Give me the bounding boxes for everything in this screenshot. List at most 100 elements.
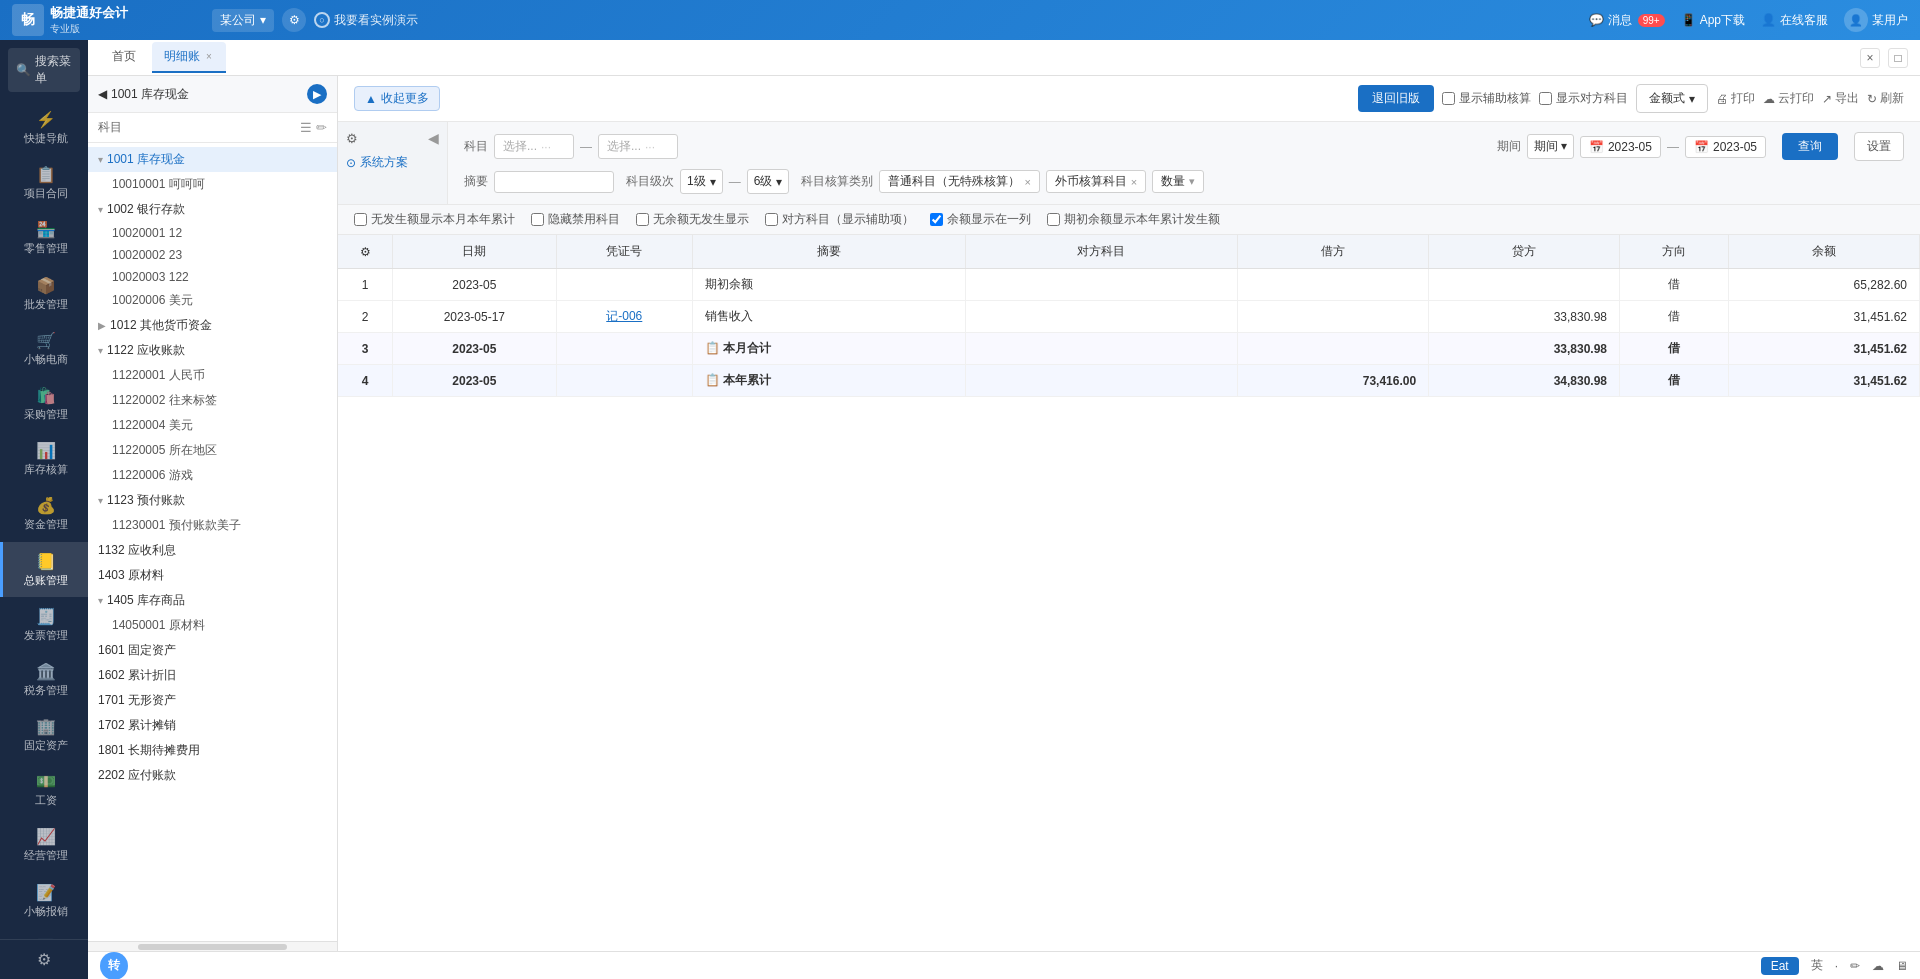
tag-2[interactable]: 外币核算科目 × bbox=[1046, 170, 1146, 193]
panel-collapse-btn[interactable]: ◀ bbox=[428, 130, 439, 146]
no-balance-input[interactable] bbox=[636, 213, 649, 226]
online-service-button[interactable]: 👤 在线客服 bbox=[1761, 12, 1828, 29]
sidebar-item-ledger[interactable]: 📒 总账管理 bbox=[0, 542, 88, 597]
tree-item-1122[interactable]: ▾ 1122 应收账款 bbox=[88, 338, 337, 363]
table-settings-icon[interactable]: ⚙ bbox=[360, 245, 371, 259]
opening-balance-input[interactable] bbox=[1047, 213, 1060, 226]
tree-item-1701[interactable]: 1701 无形资产 bbox=[88, 688, 337, 713]
icon-item-1[interactable]: ✏ bbox=[1850, 959, 1860, 973]
settings-icon[interactable]: ⚙ bbox=[282, 8, 306, 32]
tag-3[interactable]: 数量 ▾ bbox=[1152, 170, 1204, 193]
tree-item-14050001[interactable]: 14050001 原材料 bbox=[88, 613, 337, 638]
tree-item-10020002[interactable]: 10020002 23 bbox=[88, 244, 337, 266]
return-old-btn[interactable]: 退回旧版 bbox=[1358, 85, 1434, 112]
icon-item-2[interactable]: ☁ bbox=[1872, 959, 1884, 973]
list-icon[interactable]: ☰ bbox=[300, 120, 312, 135]
tree-item-1002[interactable]: ▾ 1002 银行存款 bbox=[88, 197, 337, 222]
sidebar-item-capital[interactable]: 💰 资金管理 bbox=[0, 486, 88, 541]
show-aux-input[interactable] bbox=[1442, 92, 1455, 105]
tab-home[interactable]: 首页 bbox=[100, 42, 148, 73]
tree-item-10020003[interactable]: 10020003 122 bbox=[88, 266, 337, 288]
tree-item-1602[interactable]: 1602 累计折旧 bbox=[88, 663, 337, 688]
show-aux-checkbox[interactable]: 显示辅助核算 bbox=[1442, 90, 1531, 107]
user-area[interactable]: 👤 某用户 bbox=[1844, 8, 1908, 32]
summary-input[interactable] bbox=[494, 171, 614, 193]
company-selector[interactable]: 某公司 ▾ bbox=[212, 9, 274, 32]
tree-item-1801[interactable]: 1801 长期待摊费用 bbox=[88, 738, 337, 763]
tab-detail[interactable]: 明细账 × bbox=[152, 42, 226, 73]
account-nav-arrow[interactable]: ▶ bbox=[307, 84, 327, 104]
opposite-checkbox[interactable]: 对方科目（显示辅助项） bbox=[765, 211, 914, 228]
message-button[interactable]: 💬 消息 99+ bbox=[1589, 12, 1665, 29]
window-maximize-button[interactable]: □ bbox=[1888, 48, 1908, 68]
tag-1[interactable]: 普通科目（无特殊核算） × bbox=[879, 170, 1039, 193]
hide-disabled-checkbox[interactable]: 隐藏禁用科目 bbox=[531, 211, 620, 228]
tag-close-2[interactable]: × bbox=[1131, 176, 1137, 188]
sidebar-item-invoice[interactable]: 🧾 发票管理 bbox=[0, 597, 88, 652]
balance-col-input[interactable] bbox=[930, 213, 943, 226]
tree-item-11220004[interactable]: 11220004 美元 bbox=[88, 413, 337, 438]
sidebar-item-basic[interactable]: ℹ️ 基础信息 bbox=[0, 928, 88, 939]
sidebar-item-ecommerce[interactable]: 🛒 小畅电商 bbox=[0, 321, 88, 376]
demo-link[interactable]: ○ 我要看实例演示 bbox=[314, 12, 418, 29]
show-opp-checkbox[interactable]: 显示对方科目 bbox=[1539, 90, 1628, 107]
show-opp-input[interactable] bbox=[1539, 92, 1552, 105]
tree-item-10020006[interactable]: 10020006 美元 bbox=[88, 288, 337, 313]
sidebar-item-tax[interactable]: 🏛️ 税务管理 bbox=[0, 652, 88, 707]
tree-item-1123[interactable]: ▾ 1123 预付账款 bbox=[88, 488, 337, 513]
sidebar-item-wholesale[interactable]: 📦 批发管理 bbox=[0, 266, 88, 321]
subject-input-to[interactable]: 选择... ··· bbox=[598, 134, 678, 159]
no-balance-checkbox[interactable]: 无余额无发生显示 bbox=[636, 211, 749, 228]
opposite-input[interactable] bbox=[765, 213, 778, 226]
amount-mode-btn[interactable]: 金额式 ▾ bbox=[1636, 84, 1708, 113]
lang-item[interactable]: 英 bbox=[1811, 957, 1823, 974]
tree-item-11220001[interactable]: 11220001 人民币 bbox=[88, 363, 337, 388]
sidebar-item-quick-nav[interactable]: ⚡ 快捷导航 bbox=[0, 100, 88, 155]
sidebar-item-inventory[interactable]: 📊 库存核算 bbox=[0, 431, 88, 486]
edit-icon[interactable]: ✏ bbox=[316, 120, 327, 135]
eat-btn[interactable]: Eat bbox=[1761, 957, 1799, 975]
tab-close-icon[interactable]: × bbox=[204, 49, 214, 64]
tree-item-10020001[interactable]: 10020001 12 bbox=[88, 222, 337, 244]
level-from-select[interactable]: 1级 ▾ bbox=[680, 169, 723, 194]
level-to-select[interactable]: 6级 ▾ bbox=[747, 169, 790, 194]
icon-item-3[interactable]: 🖥 bbox=[1896, 959, 1908, 973]
sidebar-item-sales[interactable]: 📝 小畅报销 bbox=[0, 873, 88, 928]
tree-item-1132[interactable]: 1132 应收利息 bbox=[88, 538, 337, 563]
sidebar-search[interactable]: 🔍 搜索菜单 bbox=[8, 48, 80, 92]
hide-disabled-input[interactable] bbox=[531, 213, 544, 226]
tree-item-1403[interactable]: 1403 原材料 bbox=[88, 563, 337, 588]
balance-col-checkbox[interactable]: 余额显示在一列 bbox=[930, 211, 1031, 228]
sidebar-item-salary[interactable]: 💵 工资 bbox=[0, 762, 88, 817]
period-from-input[interactable]: 📅 2023-05 bbox=[1580, 136, 1661, 158]
tree-item-11220002[interactable]: 11220002 往来标签 bbox=[88, 388, 337, 413]
period-type-select[interactable]: 期间 ▾ bbox=[1527, 134, 1574, 159]
period-to-input[interactable]: 📅 2023-05 bbox=[1685, 136, 1766, 158]
export-btn[interactable]: ↗ 导出 bbox=[1822, 90, 1859, 107]
tree-item-1702[interactable]: 1702 累计摊销 bbox=[88, 713, 337, 738]
tree-item-1601[interactable]: 1601 固定资产 bbox=[88, 638, 337, 663]
sidebar-item-purchase[interactable]: 🛍️ 采购管理 bbox=[0, 376, 88, 431]
query-btn[interactable]: 查询 bbox=[1782, 133, 1838, 160]
opening-balance-checkbox[interactable]: 期初余额显示本年累计发生额 bbox=[1047, 211, 1220, 228]
settings-btn[interactable]: 设置 bbox=[1854, 132, 1904, 161]
tree-item-11220005[interactable]: 11220005 所在地区 bbox=[88, 438, 337, 463]
tree-item-11220006[interactable]: 11220006 游戏 bbox=[88, 463, 337, 488]
window-close-button[interactable]: × bbox=[1860, 48, 1880, 68]
no-occur-checkbox[interactable]: 无发生额显示本月本年累计 bbox=[354, 211, 515, 228]
sidebar-item-retail[interactable]: 🏪 零售管理 bbox=[0, 210, 88, 265]
tree-item-2202[interactable]: 2202 应付账款 bbox=[88, 763, 337, 788]
cloud-print-btn[interactable]: ☁ 云打印 bbox=[1763, 90, 1814, 107]
sidebar-item-operations[interactable]: 📈 经营管理 bbox=[0, 817, 88, 872]
tree-item-1405[interactable]: ▾ 1405 库存商品 bbox=[88, 588, 337, 613]
collapse-more-btn[interactable]: ▲ 收起更多 bbox=[354, 86, 440, 111]
sidebar-settings-icon[interactable]: ⚙ bbox=[37, 950, 51, 969]
tag-close-3[interactable]: ▾ bbox=[1189, 175, 1195, 188]
subject-input-from[interactable]: 选择... ··· bbox=[494, 134, 574, 159]
refresh-btn[interactable]: ↻ 刷新 bbox=[1867, 90, 1904, 107]
tag-close-1[interactable]: × bbox=[1024, 176, 1030, 188]
tree-item-10010001[interactable]: 10010001 呵呵呵 bbox=[88, 172, 337, 197]
tree-item-1001[interactable]: ▾ 1001 库存现金 bbox=[88, 147, 337, 172]
voucher-link[interactable]: 记-006 bbox=[606, 309, 642, 323]
tree-item-1012[interactable]: ▶ 1012 其他货币资金 bbox=[88, 313, 337, 338]
